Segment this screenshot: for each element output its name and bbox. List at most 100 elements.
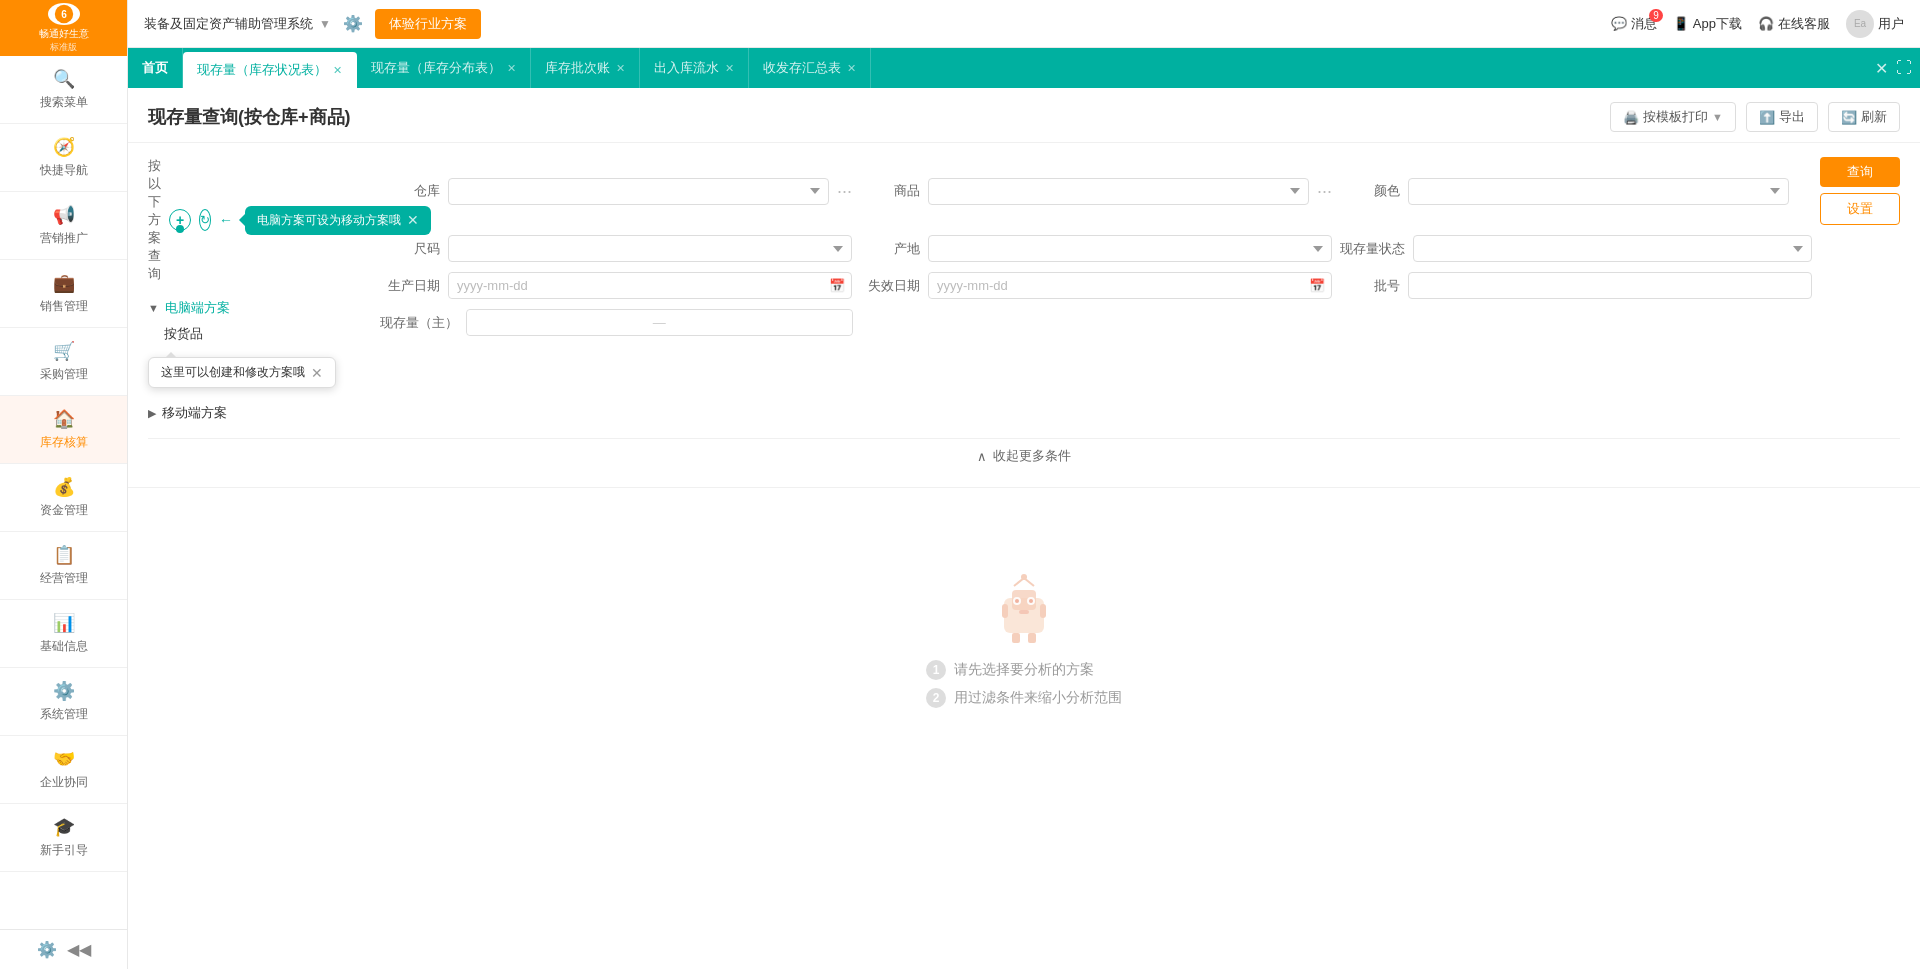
sidebar-item-quicknav[interactable]: 🧭 快捷导航	[0, 124, 127, 192]
sidebar-item-sales[interactable]: 💼 销售管理	[0, 260, 127, 328]
scheme-pc-arrow[interactable]: ▼	[148, 302, 159, 314]
back-arrow-button[interactable]: ←	[219, 209, 233, 231]
app-name: 畅通好生意	[39, 27, 89, 41]
headset-icon: 🎧	[1758, 16, 1774, 31]
empty-steps: 1 请先选择要分析的方案 2 用过滤条件来缩小分析范围	[926, 660, 1122, 708]
notify-button[interactable]: 💬 9 消息	[1611, 15, 1657, 33]
query-button[interactable]: 查询	[1820, 157, 1900, 187]
app-logo: 6 畅通好生意 标准版	[0, 0, 127, 56]
tab-close-recv-summary[interactable]: ✕	[847, 62, 856, 75]
goods-dots[interactable]: ···	[1317, 181, 1332, 202]
experience-button[interactable]: 体验行业方案	[375, 9, 481, 39]
warehouse-select[interactable]	[448, 178, 829, 205]
filter-label: 按以下方案查询	[148, 157, 161, 283]
collapse-chevron-icon: ∧	[977, 449, 987, 464]
filter-produce-date: 生产日期 📅	[380, 272, 852, 299]
sidebar-item-purchase[interactable]: 🛒 采购管理	[0, 328, 127, 396]
tab-in-out-flow[interactable]: 出入库流水 ✕	[640, 48, 749, 88]
svg-text:6: 6	[61, 8, 67, 19]
export-button[interactable]: ⬆️ 导出	[1746, 102, 1818, 132]
tab-close-inventory-dist[interactable]: ✕	[507, 62, 516, 75]
sidebar-item-sales-label: 销售管理	[40, 298, 88, 315]
sidebar-item-enterprise-label: 企业协同	[40, 774, 88, 791]
expire-date-input[interactable]	[929, 273, 1303, 298]
scheme-item-huopian[interactable]: 按货品	[164, 321, 368, 347]
stock-status-select[interactable]	[1413, 235, 1812, 262]
batch-label: 批号	[1340, 277, 1400, 295]
inventory-icon: 🏠	[53, 408, 75, 430]
filter-warehouse: 仓库	[380, 178, 829, 205]
sidebar-item-marketing[interactable]: 📢 营销推广	[0, 192, 127, 260]
scheme-mobile-label[interactable]: 移动端方案	[162, 404, 227, 422]
sidebar-item-management[interactable]: 📋 经营管理	[0, 532, 127, 600]
filter-stock-status: 现存量状态	[1340, 235, 1812, 262]
sidebar-item-management-label: 经营管理	[40, 570, 88, 587]
sidebar-item-basic[interactable]: 📊 基础信息	[0, 600, 127, 668]
user-profile-button[interactable]: Ea 用户	[1846, 10, 1904, 38]
collapse-button[interactable]: ∧ 收起更多条件	[148, 438, 1900, 473]
print-button[interactable]: 🖨️ 按模板打印 ▼	[1610, 102, 1736, 132]
scheme-mobile-arrow[interactable]: ▶	[148, 407, 156, 420]
guide-icon: 🎓	[53, 816, 75, 838]
stock-main-label: 现存量（主）	[380, 314, 458, 332]
sidebar-item-system[interactable]: ⚙️ 系统管理	[0, 668, 127, 736]
refresh-button[interactable]: 🔄 刷新	[1828, 102, 1900, 132]
svg-rect-9	[1002, 604, 1008, 618]
tab-batch-ledger[interactable]: 库存批次账 ✕	[531, 48, 640, 88]
tab-inventory-dist[interactable]: 现存量（库存分布表） ✕	[357, 48, 531, 88]
sidebar-item-guide[interactable]: 🎓 新手引导	[0, 804, 127, 872]
dot-indicator	[176, 225, 184, 233]
sidebar-item-search[interactable]: 🔍 搜索菜单	[0, 56, 127, 124]
sidebar-item-inventory[interactable]: 🏠 库存核算	[0, 396, 127, 464]
close-all-tabs-icon[interactable]: ✕	[1875, 59, 1888, 78]
tab-recv-summary[interactable]: 收发存汇总表 ✕	[749, 48, 871, 88]
scheme-mobile-row: ▶ 移动端方案	[148, 400, 368, 426]
stock-main-max[interactable]	[670, 310, 852, 335]
goods-select[interactable]	[928, 178, 1309, 205]
pc-tooltip-close[interactable]: ✕	[407, 212, 419, 228]
size-select[interactable]	[448, 235, 852, 262]
svg-rect-11	[1012, 633, 1020, 643]
tab-close-inventory-status[interactable]: ✕	[333, 64, 342, 77]
sidebar-item-enterprise[interactable]: 🤝 企业协同	[0, 736, 127, 804]
scheme-pc-label[interactable]: 电脑端方案	[165, 299, 230, 317]
online-service-button[interactable]: 🎧 在线客服	[1758, 15, 1830, 33]
step-num-1: 1	[926, 660, 946, 680]
batch-input[interactable]	[1408, 272, 1812, 299]
app-download-button[interactable]: 📱 App下载	[1673, 15, 1742, 33]
edit-tooltip-close[interactable]: ✕	[311, 365, 323, 381]
collapse-sidebar-icon[interactable]: ◀◀	[67, 940, 91, 959]
settings-bottom-icon[interactable]: ⚙️	[37, 940, 57, 959]
calendar-icon-produce[interactable]: 📅	[823, 278, 851, 293]
tab-home[interactable]: 首页	[128, 48, 183, 88]
sidebar-item-purchase-label: 采购管理	[40, 366, 88, 383]
app-edition: 标准版	[50, 41, 77, 54]
export-icon: ⬆️	[1759, 110, 1775, 125]
enterprise-icon: 🤝	[53, 748, 75, 770]
tab-inventory-status[interactable]: 现存量（库存状况表） ✕	[183, 52, 357, 88]
filter-batch: 批号	[1340, 272, 1812, 299]
calendar-icon-expire[interactable]: 📅	[1303, 278, 1331, 293]
compass-icon: 🧭	[53, 136, 75, 158]
sidebar: 6 畅通好生意 标准版 🔍 搜索菜单 🧭 快捷导航 📢 营销推广 💼 销售管理 …	[0, 0, 128, 969]
filter-goods: 商品	[860, 178, 1309, 205]
warehouse-dots[interactable]: ···	[837, 181, 852, 202]
set-button[interactable]: 设置	[1820, 193, 1900, 225]
sidebar-item-finance-label: 资金管理	[40, 502, 88, 519]
maximize-icon[interactable]: ⛶	[1896, 59, 1912, 77]
stock-main-min[interactable]	[467, 310, 649, 335]
tab-close-in-out-flow[interactable]: ✕	[725, 62, 734, 75]
tab-close-batch-ledger[interactable]: ✕	[616, 62, 625, 75]
origin-label: 产地	[860, 240, 920, 258]
filter-stock-main: 现存量（主） —	[380, 309, 853, 336]
refresh-scheme-button[interactable]: ↻	[199, 209, 211, 231]
edit-tooltip-text: 这里可以创建和修改方案哦	[161, 364, 305, 381]
tabbar-actions: ✕ ⛶	[1875, 48, 1920, 88]
color-select[interactable]	[1408, 178, 1789, 205]
sidebar-item-finance[interactable]: 💰 资金管理	[0, 464, 127, 532]
settings-icon[interactable]: ⚙️	[343, 14, 363, 33]
origin-select[interactable]	[928, 235, 1332, 262]
produce-date-input[interactable]	[449, 273, 823, 298]
produce-date-wrapper: 📅	[448, 272, 852, 299]
page-title: 现存量查询(按仓库+商品)	[148, 105, 351, 129]
